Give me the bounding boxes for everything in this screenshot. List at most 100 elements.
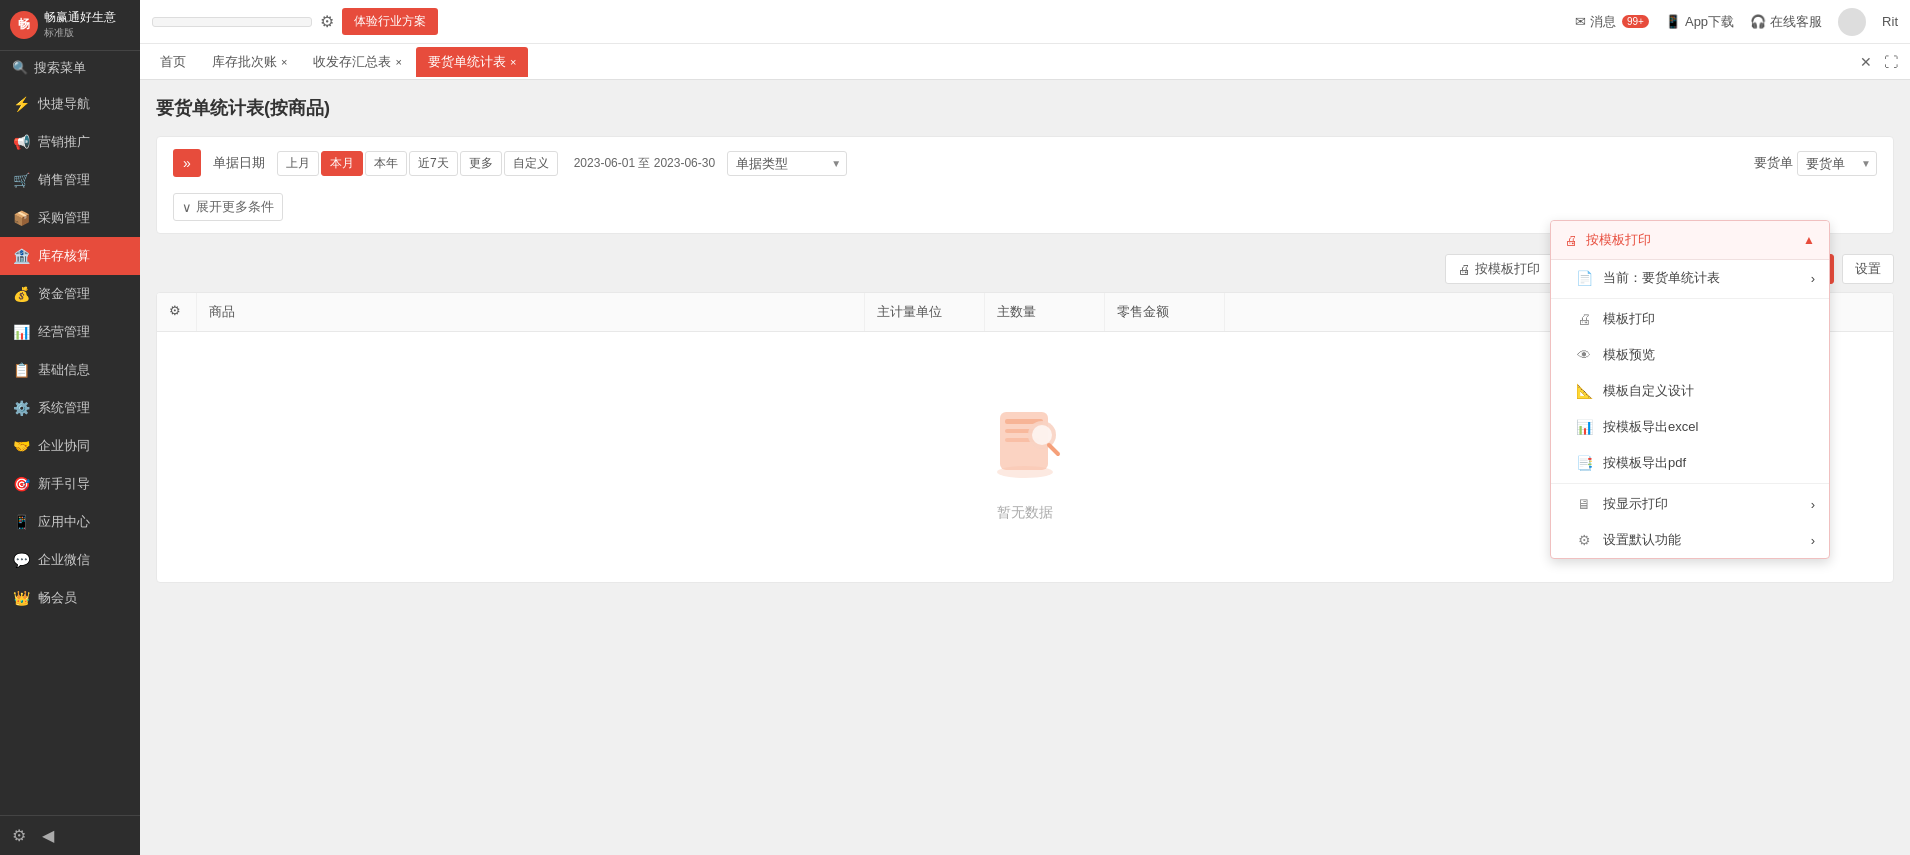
enterprise-icon: 🤝 bbox=[12, 438, 30, 454]
dropdown-item-template-print[interactable]: 🖨 模板打印 bbox=[1551, 301, 1829, 337]
tab-collection-summary-close[interactable]: × bbox=[395, 56, 401, 68]
default-function-label: 设置默认功能 bbox=[1603, 531, 1681, 549]
topbar-gear-icon[interactable]: ⚙ bbox=[320, 12, 334, 31]
user-avatar[interactable] bbox=[1838, 8, 1866, 36]
system-icon: ⚙️ bbox=[12, 400, 30, 416]
tab-collection-summary[interactable]: 收发存汇总表 × bbox=[301, 47, 413, 77]
marketing-icon: 📢 bbox=[12, 134, 30, 150]
order-status-select[interactable]: 要货单 bbox=[1797, 151, 1877, 176]
tabs-bar: 首页 库存批次账 × 收发存汇总表 × 要货单统计表 × ✕ ⛶ bbox=[140, 44, 1910, 80]
sidebar-search[interactable]: 🔍 搜索菜单 bbox=[0, 51, 140, 85]
dropdown-header[interactable]: 🖨 按模板打印 ▲ bbox=[1551, 221, 1829, 260]
tab-batch-account[interactable]: 库存批次账 × bbox=[200, 47, 299, 77]
online-service-button[interactable]: 🎧 在线客服 bbox=[1750, 13, 1822, 31]
expand-row: ∨ 展开更多条件 bbox=[173, 185, 1877, 221]
sidebar-item-sales[interactable]: 🛒 销售管理 bbox=[0, 161, 140, 199]
print-dropdown-panel: 🖨 按模板打印 ▲ 📄 当前：要货单统计表 › 🖨 模板打印 👁 模板预览 bbox=[1550, 220, 1830, 559]
sidebar-item-label: 应用中心 bbox=[38, 513, 90, 531]
inventory-icon: 🏦 bbox=[12, 248, 30, 264]
sidebar-item-label: 销售管理 bbox=[38, 171, 90, 189]
sidebar-item-quick-nav[interactable]: ⚡ 快捷导航 bbox=[0, 85, 140, 123]
date-btn-more[interactable]: 更多 bbox=[460, 151, 502, 176]
tab-order-summary-close[interactable]: × bbox=[510, 56, 516, 68]
user-name[interactable]: Rit bbox=[1882, 14, 1898, 29]
maximize-button[interactable]: ⛶ bbox=[1880, 52, 1902, 72]
template-preview-icon: 👁 bbox=[1575, 347, 1593, 363]
topbar-right: ✉ 消息 99+ 📱 App下载 🎧 在线客服 Rit bbox=[1575, 8, 1898, 36]
dropdown-divider-2 bbox=[1551, 483, 1829, 484]
dropdown-item-template-design[interactable]: 📐 模板自定义设计 bbox=[1551, 373, 1829, 409]
col-retail-amount: 零售金额 bbox=[1105, 293, 1225, 331]
sidebar-item-operations[interactable]: 📊 经营管理 bbox=[0, 313, 140, 351]
topbar-search-input[interactable] bbox=[152, 17, 312, 27]
tab-home-label: 首页 bbox=[160, 53, 186, 71]
sidebar-item-label: 畅会员 bbox=[38, 589, 77, 607]
filter-expand-icon[interactable]: » bbox=[173, 149, 201, 177]
order-status-filter: 要货单 要货单 bbox=[1754, 151, 1877, 176]
date-btn-this-month[interactable]: 本月 bbox=[321, 151, 363, 176]
close-all-tabs-button[interactable]: ✕ bbox=[1856, 52, 1876, 72]
quick-nav-icon: ⚡ bbox=[12, 96, 30, 112]
print-button[interactable]: 🖨 按模板打印 bbox=[1445, 254, 1553, 284]
app-download-icon: 📱 bbox=[1665, 14, 1681, 29]
expand-chevron-icon: ∨ bbox=[182, 200, 192, 215]
sidebar-item-finance[interactable]: 💰 资金管理 bbox=[0, 275, 140, 313]
sidebar: 畅 畅赢通好生意 标准版 🔍 搜索菜单 ⚡ 快捷导航 📢 营销推广 🛒 销售管理… bbox=[0, 0, 140, 855]
tab-collection-summary-label: 收发存汇总表 bbox=[313, 53, 391, 71]
default-function-arrow: › bbox=[1811, 533, 1815, 548]
sidebar-item-inventory[interactable]: 🏦 库存核算 bbox=[0, 237, 140, 275]
dropdown-item-default-function[interactable]: ⚙ 设置默认功能 › bbox=[1551, 522, 1829, 558]
sidebar-item-app-center[interactable]: 📱 应用中心 bbox=[0, 503, 140, 541]
date-btn-custom[interactable]: 自定义 bbox=[504, 151, 558, 176]
template-preview-label: 模板预览 bbox=[1603, 346, 1655, 364]
app-logo-icon: 畅 bbox=[10, 11, 38, 39]
tab-order-summary[interactable]: 要货单统计表 × bbox=[416, 47, 528, 77]
app-name: 畅赢通好生意 bbox=[44, 10, 116, 26]
sidebar-item-membership[interactable]: 👑 畅会员 bbox=[0, 579, 140, 617]
tabs-actions: ✕ ⛶ bbox=[1856, 52, 1902, 72]
dropdown-item-template-preview[interactable]: 👁 模板预览 bbox=[1551, 337, 1829, 373]
sidebar-item-system[interactable]: ⚙️ 系统管理 bbox=[0, 389, 140, 427]
date-btn-this-year[interactable]: 本年 bbox=[365, 151, 407, 176]
dropdown-item-export-pdf[interactable]: 📑 按模板导出pdf bbox=[1551, 445, 1829, 481]
settings-button[interactable]: 设置 bbox=[1842, 254, 1894, 284]
tab-home[interactable]: 首页 bbox=[148, 47, 198, 77]
trial-button[interactable]: 体验行业方案 bbox=[342, 8, 438, 35]
sales-icon: 🛒 bbox=[12, 172, 30, 188]
membership-icon: 👑 bbox=[12, 590, 30, 606]
settings-bottom-icon[interactable]: ⚙ bbox=[12, 826, 26, 845]
col-settings[interactable]: ⚙ bbox=[157, 293, 197, 331]
sidebar-item-guide[interactable]: 🎯 新手引导 bbox=[0, 465, 140, 503]
online-service-icon: 🎧 bbox=[1750, 14, 1766, 29]
sidebar-item-wechat[interactable]: 💬 企业微信 bbox=[0, 541, 140, 579]
message-label: 消息 bbox=[1590, 13, 1616, 31]
sidebar-item-label: 库存核算 bbox=[38, 247, 90, 265]
tab-batch-account-close[interactable]: × bbox=[281, 56, 287, 68]
expand-button[interactable]: ∨ 展开更多条件 bbox=[173, 193, 283, 221]
sidebar-item-label: 新手引导 bbox=[38, 475, 90, 493]
dropdown-header-chevron: ▲ bbox=[1803, 233, 1815, 247]
sidebar-bottom: ⚙ ◀ bbox=[0, 815, 140, 855]
operations-icon: 📊 bbox=[12, 324, 30, 340]
col-product: 商品 bbox=[197, 293, 865, 331]
dropdown-current-item[interactable]: 📄 当前：要货单统计表 › bbox=[1551, 260, 1829, 296]
sidebar-item-marketing[interactable]: 📢 营销推广 bbox=[0, 123, 140, 161]
sidebar-item-basic-info[interactable]: 📋 基础信息 bbox=[0, 351, 140, 389]
app-center-icon: 📱 bbox=[12, 514, 30, 530]
sidebar-item-label: 基础信息 bbox=[38, 361, 90, 379]
app-download-button[interactable]: 📱 App下载 bbox=[1665, 13, 1734, 31]
sidebar-item-enterprise[interactable]: 🤝 企业协同 bbox=[0, 427, 140, 465]
sidebar-item-purchase[interactable]: 📦 采购管理 bbox=[0, 199, 140, 237]
toggle-sidebar-icon[interactable]: ◀ bbox=[42, 826, 54, 845]
page-content: 要货单统计表(按商品) » 单据日期 上月 本月 本年 近7天 更多 自定义 2… bbox=[140, 80, 1910, 855]
dropdown-item-export-excel[interactable]: 📊 按模板导出excel bbox=[1551, 409, 1829, 445]
sidebar-nav: ⚡ 快捷导航 📢 营销推广 🛒 销售管理 📦 采购管理 🏦 库存核算 💰 资金管… bbox=[0, 85, 140, 815]
date-btn-7days[interactable]: 近7天 bbox=[409, 151, 458, 176]
date-btn-last-month[interactable]: 上月 bbox=[277, 151, 319, 176]
dropdown-item-display-print[interactable]: 🖥 按显示打印 › bbox=[1551, 486, 1829, 522]
bill-type-select[interactable]: 单据类型 bbox=[727, 151, 847, 176]
message-button[interactable]: ✉ 消息 99+ bbox=[1575, 13, 1649, 31]
app-edition: 标准版 bbox=[44, 26, 116, 40]
export-excel-label: 按模板导出excel bbox=[1603, 418, 1698, 436]
svg-point-6 bbox=[1032, 425, 1052, 445]
